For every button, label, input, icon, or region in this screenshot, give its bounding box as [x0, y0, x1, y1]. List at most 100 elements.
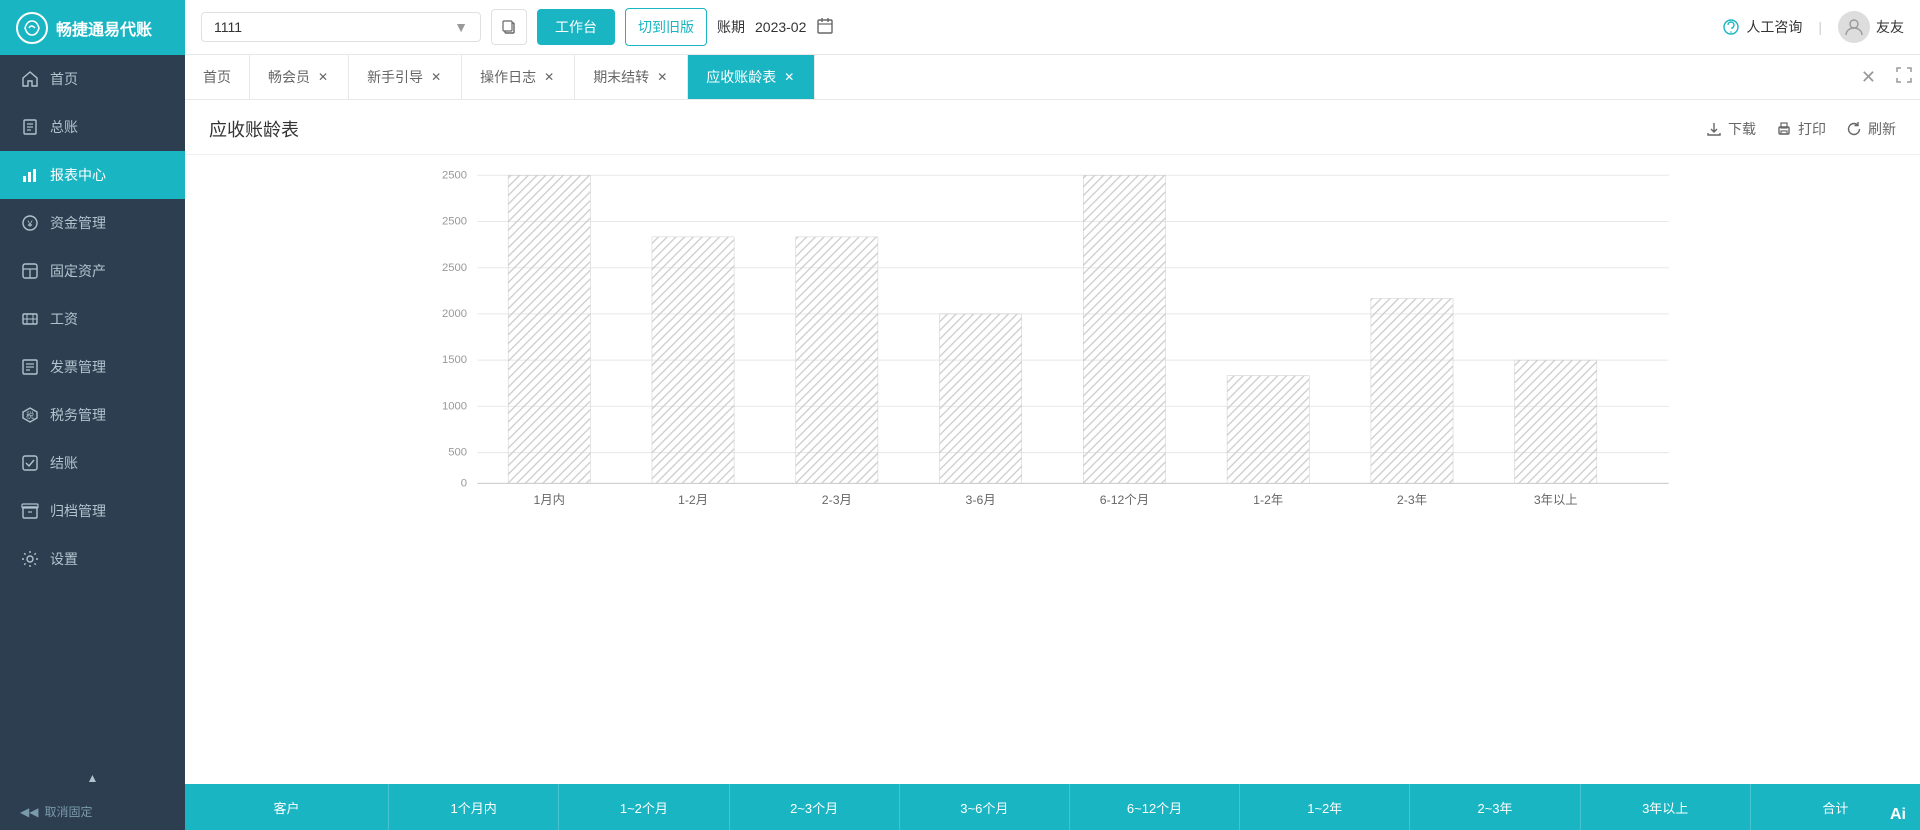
ai-badge[interactable]: Ai — [1876, 800, 1920, 830]
sidebar-item-checkout[interactable]: 结账 — [0, 439, 185, 487]
sidebar-item-assets[interactable]: 固定资产 — [0, 247, 185, 295]
table-col-1-2months: 1~2个月 — [559, 784, 729, 830]
table-header: 客户 1个月内 1~2个月 2~3个月 3~6个月 6~12个月 1~2年 2~… — [185, 784, 1920, 830]
calendar-icon[interactable] — [816, 17, 834, 38]
cancel-fixed-icon: ◀◀ — [20, 805, 38, 819]
sidebar-label-settings: 设置 — [50, 549, 78, 569]
bar-2-3年 — [1371, 299, 1453, 484]
content-area: 应收账龄表 下载 打印 — [185, 100, 1920, 830]
book-icon — [20, 117, 40, 137]
svg-text:2500: 2500 — [442, 169, 467, 181]
tab-aging[interactable]: 应收账龄表 ✕ — [688, 55, 815, 99]
workbench-button[interactable]: 工作台 — [537, 9, 615, 45]
company-selector[interactable]: 1111 ▼ — [201, 12, 481, 42]
tab-guide[interactable]: 新手引导 ✕ — [349, 55, 462, 99]
sidebar-item-settings[interactable]: 设置 — [0, 535, 185, 583]
sidebar-label-archive: 归档管理 — [50, 501, 106, 521]
divider: | — [1818, 19, 1822, 35]
salary-icon — [20, 309, 40, 329]
svg-text:2000: 2000 — [442, 308, 467, 320]
tab-member-close[interactable]: ✕ — [316, 68, 330, 86]
company-name: 1111 — [214, 19, 446, 35]
topbar-right: 人工咨询 | 友友 — [1722, 11, 1904, 43]
cancel-fixed-btn[interactable]: ◀◀ 取消固定 — [0, 793, 185, 830]
svg-text:1-2年: 1-2年 — [1253, 493, 1283, 507]
bar-3年以上 — [1515, 360, 1597, 483]
sidebar-item-invoice[interactable]: 发票管理 — [0, 343, 185, 391]
svg-text:6-12个月: 6-12个月 — [1100, 493, 1149, 507]
box-icon — [20, 261, 40, 281]
checkout-icon — [20, 453, 40, 473]
switch-version-button[interactable]: 切到旧版 — [625, 8, 707, 46]
bar-6-12月 — [1083, 175, 1165, 483]
tab-aging-label: 应收账龄表 — [706, 67, 776, 87]
svg-text:1000: 1000 — [442, 400, 467, 412]
chart-icon — [20, 165, 40, 185]
refresh-label: 刷新 — [1868, 119, 1896, 139]
money-icon: ¥ — [20, 213, 40, 233]
sidebar-item-archive[interactable]: 归档管理 — [0, 487, 185, 535]
bar-3-6月 — [940, 314, 1022, 483]
refresh-button[interactable]: 刷新 — [1846, 119, 1896, 139]
sidebar-item-reports[interactable]: 报表中心 — [0, 151, 185, 199]
svg-text:¥: ¥ — [26, 219, 33, 229]
tab-log[interactable]: 操作日志 ✕ — [462, 55, 575, 99]
sidebar-item-salary[interactable]: 工资 — [0, 295, 185, 343]
logo-icon — [16, 12, 48, 44]
svg-text:2-3年: 2-3年 — [1397, 493, 1427, 507]
gear-icon — [20, 549, 40, 569]
app-name: 畅捷通易代账 — [56, 16, 152, 40]
tab-guide-close[interactable]: ✕ — [429, 68, 443, 86]
download-label: 下载 — [1728, 119, 1756, 139]
scroll-down-icon[interactable]: ▲ — [0, 763, 185, 793]
sidebar-item-home[interactable]: 首页 — [0, 55, 185, 103]
user-name: 友友 — [1876, 17, 1904, 37]
svg-text:1500: 1500 — [442, 354, 467, 366]
table-col-3-6months: 3~6个月 — [900, 784, 1070, 830]
copy-company-button[interactable] — [491, 9, 527, 45]
user-menu[interactable]: 友友 — [1838, 11, 1904, 43]
tab-period-end-close[interactable]: ✕ — [655, 68, 669, 86]
svg-text:2500: 2500 — [442, 216, 467, 228]
tab-home[interactable]: 首页 — [185, 55, 250, 99]
bar-1-2年 — [1227, 376, 1309, 484]
tab-member[interactable]: 畅会员 ✕ — [250, 55, 349, 99]
archive-icon — [20, 501, 40, 521]
tab-log-close[interactable]: ✕ — [542, 68, 556, 86]
tab-period-end[interactable]: 期末结转 ✕ — [575, 55, 688, 99]
page-actions: 下载 打印 刷新 — [1706, 119, 1896, 139]
consult-label: 人工咨询 — [1746, 17, 1802, 37]
chart-area: 2500 2500 2500 2000 1500 1000 500 0 — [185, 155, 1920, 784]
sidebar-label-funds: 资金管理 — [50, 213, 106, 233]
sidebar-item-tax[interactable]: 税 税务管理 — [0, 391, 185, 439]
svg-text:500: 500 — [448, 447, 467, 459]
sidebar-item-funds[interactable]: ¥ 资金管理 — [0, 199, 185, 247]
svg-text:2-3月: 2-3月 — [822, 493, 852, 507]
consult-button[interactable]: 人工咨询 — [1722, 17, 1802, 37]
sidebar: 畅捷通易代账 首页 总账 — [0, 0, 185, 830]
tab-home-label: 首页 — [203, 67, 231, 87]
invoice-icon — [20, 357, 40, 377]
tabs-fullscreen-button[interactable] — [1888, 67, 1920, 88]
user-avatar — [1838, 11, 1870, 43]
sidebar-label-assets: 固定资产 — [50, 261, 106, 281]
sidebar-label-reports: 报表中心 — [50, 165, 106, 185]
tabs-close-all-button[interactable]: ✕ — [1849, 67, 1888, 88]
period-value: 2023-02 — [755, 19, 806, 35]
print-button[interactable]: 打印 — [1776, 119, 1826, 139]
bar-chart: 2500 2500 2500 2000 1500 1000 500 0 — [209, 165, 1896, 545]
tax-icon: 税 — [20, 405, 40, 425]
tabs-bar: 首页 畅会员 ✕ 新手引导 ✕ 操作日志 ✕ 期末结转 ✕ 应收账龄表 ✕ ✕ — [185, 55, 1920, 100]
svg-text:3年以上: 3年以上 — [1534, 493, 1578, 507]
print-label: 打印 — [1798, 119, 1826, 139]
tab-aging-close[interactable]: ✕ — [782, 68, 796, 86]
period-label: 账期 — [717, 17, 745, 37]
sidebar-label-checkout: 结账 — [50, 453, 78, 473]
sidebar-item-ledger[interactable]: 总账 — [0, 103, 185, 151]
download-button[interactable]: 下载 — [1706, 119, 1756, 139]
svg-text:3-6月: 3-6月 — [966, 493, 996, 507]
page-title: 应收账龄表 — [209, 116, 299, 142]
ai-label: Ai — [1890, 806, 1906, 823]
table-col-1-2years: 1~2年 — [1240, 784, 1410, 830]
bar-1月内 — [508, 175, 590, 483]
